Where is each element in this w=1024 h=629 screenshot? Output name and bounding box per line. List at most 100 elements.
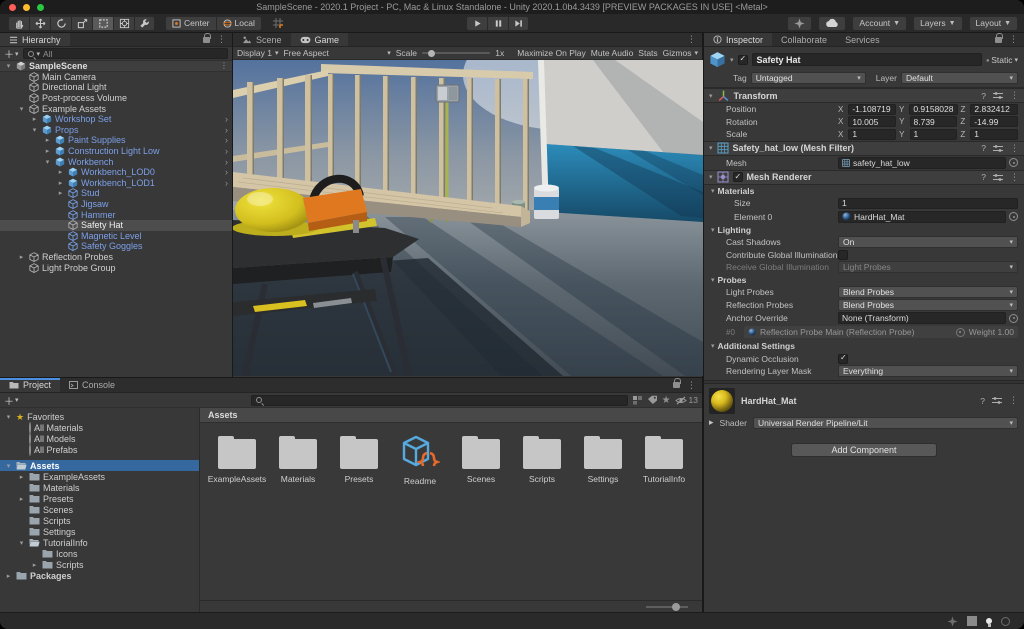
- progress-status-icon[interactable]: [1001, 617, 1010, 626]
- hierarchy-row[interactable]: Safety Goggles: [0, 241, 232, 252]
- foldout-arrow[interactable]: ▸: [17, 253, 26, 261]
- save-search-star-icon[interactable]: ★: [662, 395, 671, 406]
- asset-tile[interactable]: Presets: [330, 435, 388, 484]
- add-component-button[interactable]: Add Component: [791, 443, 937, 457]
- asset-tile[interactable]: TutorialInfo: [635, 435, 693, 484]
- position-x-field[interactable]: -1.108719: [848, 104, 896, 115]
- project-tree-row[interactable]: ▸Packages: [0, 570, 199, 581]
- asset-tile[interactable]: Settings: [574, 435, 632, 484]
- foldout-arrow[interactable]: ▾: [4, 413, 13, 421]
- help-icon[interactable]: ?: [981, 91, 986, 101]
- foldout-arrow[interactable]: ▸: [43, 136, 52, 144]
- panel-menu-icon[interactable]: ⋮: [1009, 34, 1018, 45]
- rendering-layer-mask-dropdown[interactable]: Everything▾: [838, 365, 1018, 377]
- project-tree-row[interactable]: ▸Presets: [0, 493, 199, 504]
- object-picker-icon[interactable]: [1009, 212, 1018, 221]
- materials-size-field[interactable]: 1: [838, 198, 1018, 209]
- project-tree-row[interactable]: Icons: [0, 548, 199, 559]
- dynamic-occlusion-checkbox[interactable]: [838, 354, 848, 364]
- project-tree-row[interactable]: ▾Assets: [0, 460, 199, 471]
- search-by-type-icon[interactable]: [632, 395, 643, 405]
- panel-lock-icon[interactable]: [673, 382, 680, 388]
- foldout-arrow[interactable]: ▸: [4, 572, 13, 580]
- component-enabled-checkbox[interactable]: [733, 172, 743, 182]
- search-by-label-icon[interactable]: [647, 395, 658, 405]
- component-menu-icon[interactable]: ⋮: [1010, 90, 1019, 101]
- mute-audio-button[interactable]: Mute Audio: [591, 48, 634, 58]
- tab-console[interactable]: Console: [60, 378, 124, 392]
- help-icon[interactable]: ?: [981, 172, 986, 182]
- collab-cloud-icon[interactable]: [818, 16, 846, 31]
- hierarchy-row[interactable]: ▸Stud: [0, 188, 232, 199]
- grid-snapping-icon[interactable]: [272, 17, 284, 29]
- move-tool-button[interactable]: [29, 16, 50, 31]
- pivot-mode-button[interactable]: Center: [165, 16, 217, 31]
- presets-icon[interactable]: [992, 396, 1002, 405]
- create-object-button[interactable]: ＋▾: [4, 46, 19, 61]
- gameobject-name-field[interactable]: Safety Hat: [752, 53, 983, 66]
- scale-y-field[interactable]: 1: [910, 129, 958, 140]
- tab-hierarchy[interactable]: Hierarchy: [0, 33, 70, 46]
- play-button[interactable]: [466, 16, 487, 31]
- hierarchy-row[interactable]: ▸Workshop Set›: [0, 114, 232, 125]
- additional-settings-foldout[interactable]: ▾Additional Settings: [704, 340, 1024, 353]
- lighting-status-icon[interactable]: [986, 618, 992, 624]
- hierarchy-row[interactable]: ▾Props›: [0, 125, 232, 136]
- panel-lock-icon[interactable]: [995, 37, 1002, 43]
- panel-menu-icon[interactable]: ⋮: [217, 34, 226, 45]
- foldout-arrow[interactable]: ▸: [30, 561, 39, 569]
- hierarchy-row[interactable]: ▸Workbench_LOD0›: [0, 167, 232, 178]
- presets-icon[interactable]: [993, 144, 1003, 153]
- hierarchy-row[interactable]: Post-process Volume: [0, 93, 232, 104]
- thumbnail-zoom-thumb[interactable]: [672, 603, 680, 611]
- pause-button[interactable]: [487, 16, 508, 31]
- asset-tile[interactable]: ExampleAssets: [208, 435, 266, 484]
- tab-collaborate[interactable]: Collaborate: [772, 33, 836, 46]
- project-tree-row[interactable]: ▾TutorialInfo: [0, 537, 199, 548]
- project-search-input[interactable]: [251, 395, 628, 406]
- layer-dropdown[interactable]: Default▾: [901, 72, 1018, 84]
- project-tree-row[interactable]: Scenes: [0, 504, 199, 515]
- cast-shadows-dropdown[interactable]: On▾: [838, 236, 1018, 248]
- presets-icon[interactable]: [993, 173, 1003, 182]
- panel-lock-icon[interactable]: [203, 37, 210, 43]
- custom-tool-button[interactable]: [134, 16, 155, 31]
- asset-tile[interactable]: Scenes: [452, 435, 510, 484]
- anchor-override-field[interactable]: None (Transform): [838, 312, 1006, 324]
- scene-menu-icon[interactable]: ⋮: [220, 61, 228, 70]
- hierarchy-row[interactable]: Jigsaw: [0, 199, 232, 210]
- foldout-arrow[interactable]: ▸: [17, 473, 26, 481]
- hierarchy-row[interactable]: Hammer: [0, 209, 232, 220]
- tab-services[interactable]: Services: [836, 33, 889, 46]
- component-menu-icon[interactable]: ⋮: [1009, 395, 1018, 406]
- hierarchy-row[interactable]: ▸Construction Light Low›: [0, 146, 232, 157]
- foldout-arrow[interactable]: ▾: [30, 126, 39, 134]
- foldout-arrow[interactable]: ▸: [30, 115, 39, 123]
- tab-game[interactable]: Game: [291, 33, 349, 46]
- tab-inspector[interactable]: Inspector: [704, 33, 772, 46]
- scale-tool-button[interactable]: [71, 16, 92, 31]
- hierarchy-row[interactable]: ▾Workbench›: [0, 156, 232, 167]
- shader-dropdown[interactable]: Universal Render Pipeline/Lit▾: [753, 417, 1018, 429]
- aspect-dropdown[interactable]: Free Aspect▾: [283, 48, 390, 58]
- project-tree-row[interactable]: Settings: [0, 526, 199, 537]
- grid-status-icon[interactable]: [967, 616, 977, 626]
- prefab-open-chevron[interactable]: ›: [225, 125, 228, 135]
- tab-scene[interactable]: Scene: [233, 33, 291, 46]
- stats-button[interactable]: Stats: [638, 48, 657, 58]
- foldout-arrow[interactable]: ▸: [56, 168, 65, 176]
- hierarchy-row[interactable]: ▸Paint Supplies›: [0, 135, 232, 146]
- contribute-gi-checkbox[interactable]: [838, 250, 848, 260]
- prefab-open-chevron[interactable]: ›: [225, 114, 228, 124]
- material-object-field[interactable]: HardHat_Mat: [838, 211, 1006, 223]
- hierarchy-row[interactable]: Directional Light: [0, 82, 232, 93]
- material-thumbnail[interactable]: [709, 388, 735, 414]
- handle-rotation-button[interactable]: Local: [217, 16, 262, 31]
- thumbnail-zoom-slider[interactable]: [646, 606, 688, 608]
- asset-tile[interactable]: Materials: [269, 435, 327, 484]
- project-tree-row[interactable]: All Models: [0, 433, 199, 444]
- panel-menu-icon[interactable]: ⋮: [687, 380, 696, 391]
- prefab-open-chevron[interactable]: ›: [225, 157, 228, 167]
- foldout-arrow[interactable]: ▸: [56, 179, 65, 187]
- hierarchy-row[interactable]: Light Probe Group: [0, 262, 232, 273]
